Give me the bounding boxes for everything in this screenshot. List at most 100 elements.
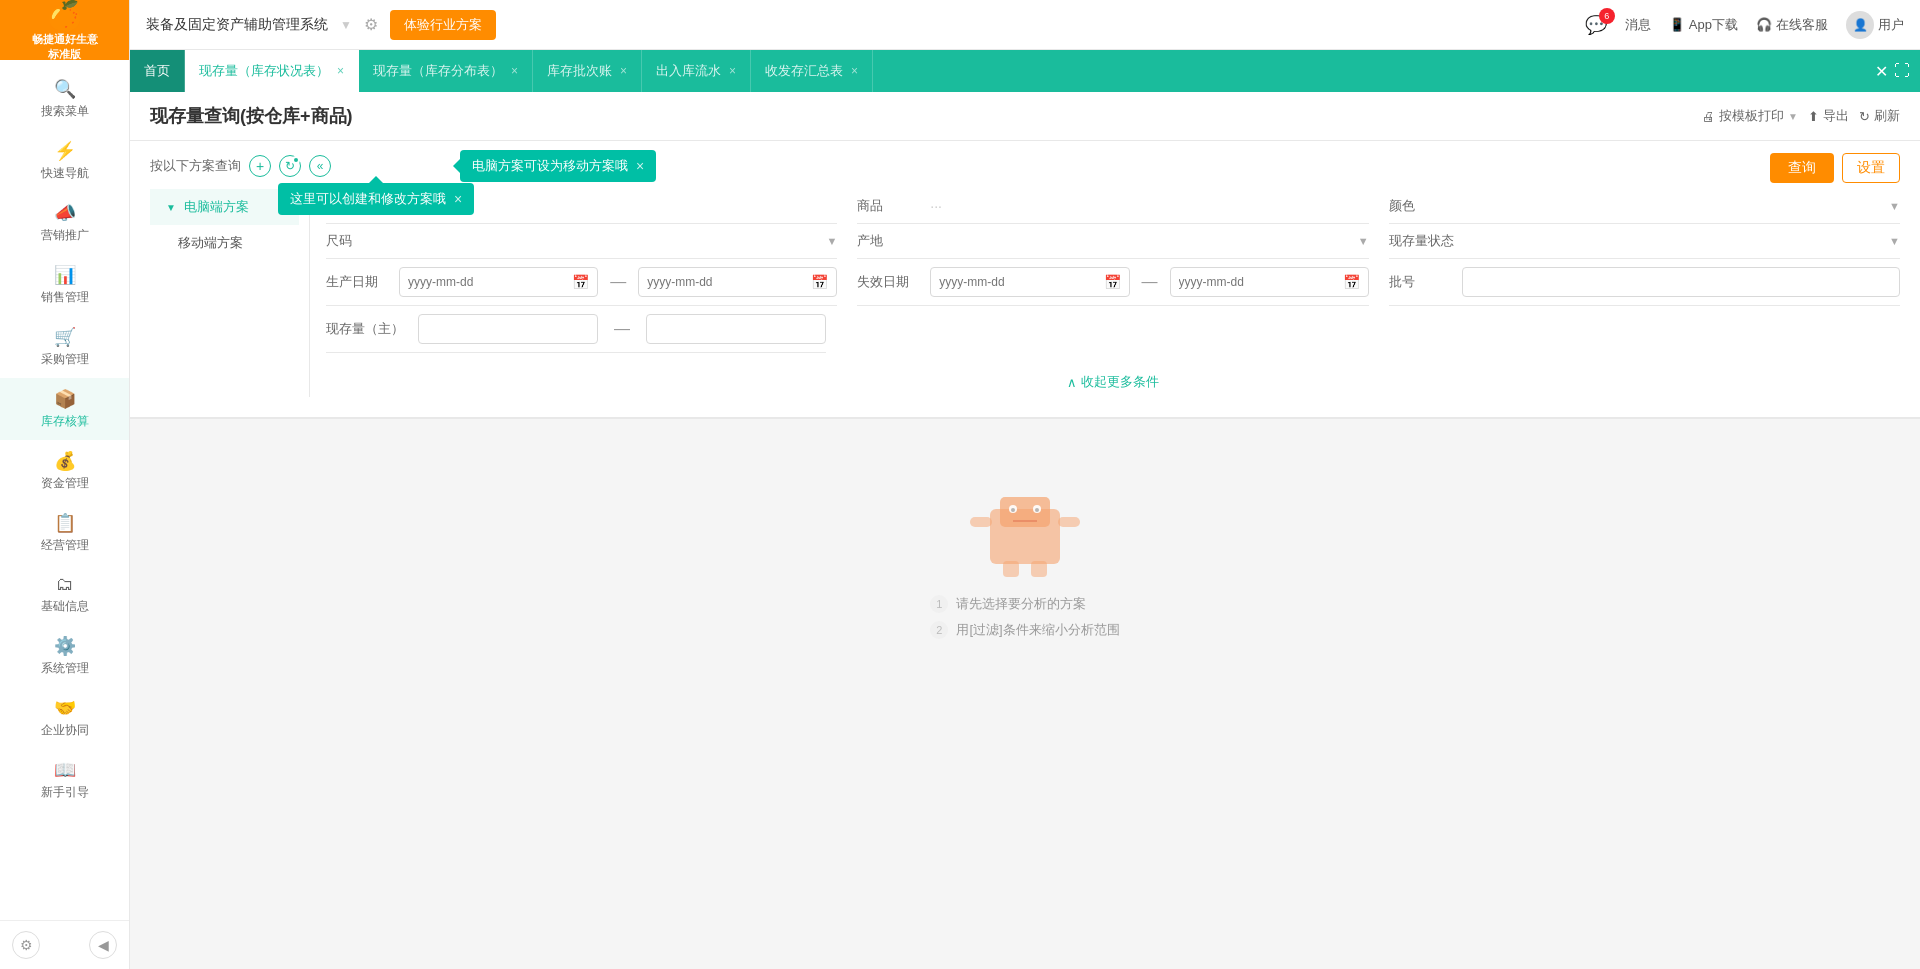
sidebar: 🍊 畅捷通好生意 标准版 🔍 搜索菜单 ⚡ 快速导航 📣 营销推广 📊 销售管理…	[0, 0, 130, 969]
color-dropdown-icon[interactable]: ▼	[1889, 200, 1900, 212]
tab-bar: 首页 现存量（库存状况表） × 现存量（库存分布表） × 库存批次账 × 出入库…	[130, 50, 1920, 92]
sidebar-item-guide[interactable]: 📖 新手引导	[0, 749, 129, 811]
back-scheme-button[interactable]: «	[309, 155, 331, 177]
origin-dropdown-icon[interactable]: ▼	[1358, 235, 1369, 247]
reset-button[interactable]: 设置	[1842, 153, 1900, 183]
sidebar-item-system[interactable]: ⚙️ 系统管理	[0, 625, 129, 687]
refresh-scheme-button[interactable]: ↻	[279, 155, 301, 177]
header-dropdown-icon[interactable]: ▼	[340, 18, 352, 32]
stock-main-to[interactable]	[646, 314, 826, 344]
empty-step-1: 1 请先选择要分析的方案	[930, 595, 1119, 613]
stock-status-dropdown-icon[interactable]: ▼	[1889, 235, 1900, 247]
tooltip2-close-button[interactable]: ×	[454, 191, 462, 207]
phone-icon: 📱	[1669, 17, 1685, 32]
produce-date-from-input[interactable]	[408, 275, 568, 289]
tab-inventory-dist-label: 现存量（库存分布表）	[373, 62, 503, 80]
sidebar-item-search[interactable]: 🔍 搜索菜单	[0, 68, 129, 130]
refresh-button[interactable]: ↻ 刷新	[1859, 107, 1900, 125]
message-area[interactable]: 💬 6	[1585, 14, 1607, 36]
collapse-label: 收起更多条件	[1081, 373, 1159, 391]
filter-cell-product: 商品 ···	[857, 189, 1368, 224]
product-menu-dots[interactable]: ···	[930, 198, 942, 214]
tab-collect[interactable]: 收发存汇总表 ×	[751, 50, 873, 92]
svg-point-4	[1011, 508, 1015, 512]
sidebar-item-finance[interactable]: 💰 资金管理	[0, 440, 129, 502]
tab-close-all-icon[interactable]: ✕	[1875, 62, 1888, 81]
sidebar-item-basic[interactable]: 🗂 基础信息	[0, 564, 129, 625]
operation-icon: 📋	[54, 512, 76, 534]
sidebar-item-enterprise[interactable]: 🤝 企业协同	[0, 687, 129, 749]
tab-fullscreen-icon[interactable]: ⛶	[1894, 62, 1910, 80]
tab-close-icon[interactable]: ×	[337, 64, 344, 78]
batch-input[interactable]	[1462, 267, 1900, 297]
tooltip-close-button[interactable]: ×	[636, 158, 644, 174]
refresh-label: 刷新	[1874, 107, 1900, 125]
scheme-list: ▼ 电脑端方案 移动端方案	[150, 189, 310, 397]
step-1-num: 1	[930, 595, 948, 613]
query-button[interactable]: 查询	[1770, 153, 1834, 183]
tab-close-icon[interactable]: ×	[729, 64, 736, 78]
produce-date-from[interactable]: 📅	[399, 267, 598, 297]
size-dropdown-icon[interactable]: ▼	[826, 235, 837, 247]
export-button[interactable]: ⬆ 导出	[1808, 107, 1849, 125]
sidebar-item-marketing[interactable]: 📣 营销推广	[0, 192, 129, 254]
template-print-button[interactable]: 🖨 按模板打印 ▼	[1702, 107, 1798, 125]
produce-date-to-input[interactable]	[647, 275, 807, 289]
stock-main-from[interactable]	[418, 314, 598, 344]
sidebar-item-label: 资金管理	[41, 475, 89, 492]
stock-status-label: 现存量状态	[1389, 232, 1454, 250]
refresh-icon: ↻	[1859, 109, 1870, 124]
collapse-filter-button[interactable]: ∧ 收起更多条件	[326, 367, 1900, 397]
tab-inout[interactable]: 出入库流水 ×	[642, 50, 751, 92]
sidebar-item-label: 搜索菜单	[41, 103, 89, 120]
origin-label: 产地	[857, 232, 922, 250]
expire-date-to[interactable]: 📅	[1170, 267, 1369, 297]
tab-batch[interactable]: 库存批次账 ×	[533, 50, 642, 92]
scheme-mobile-label: 移动端方案	[178, 234, 243, 252]
scheme-pc-item[interactable]: ▼ 电脑端方案	[150, 189, 299, 225]
expire-date-from-input[interactable]	[939, 275, 1099, 289]
app-download[interactable]: 📱 App下载	[1669, 16, 1738, 34]
tab-spacer	[873, 50, 1865, 92]
stock-main-from-input[interactable]	[427, 322, 589, 336]
calendar-icon-3: 📅	[1104, 274, 1121, 290]
stock-main-to-input[interactable]	[655, 322, 817, 336]
expire-date-to-input[interactable]	[1179, 275, 1339, 289]
sidebar-item-operation[interactable]: 📋 经营管理	[0, 502, 129, 564]
expire-date-from[interactable]: 📅	[930, 267, 1129, 297]
produce-date-to[interactable]: 📅	[638, 267, 837, 297]
sidebar-item-sales[interactable]: 📊 销售管理	[0, 254, 129, 316]
export-label: 导出	[1823, 107, 1849, 125]
header-settings-icon[interactable]: ⚙	[364, 15, 378, 34]
add-filter-button[interactable]: +	[249, 155, 271, 177]
settings-button[interactable]: ⚙	[12, 931, 40, 959]
sidebar-item-inventory[interactable]: 📦 库存核算	[0, 378, 129, 440]
filter-row-1: 仓库 ··· 商品 ···	[326, 189, 1900, 224]
tab-close-icon[interactable]: ×	[511, 64, 518, 78]
industry-button[interactable]: 体验行业方案	[390, 10, 496, 40]
filter-label: 按以下方案查询	[150, 157, 241, 175]
quick-icon: ⚡	[54, 140, 76, 162]
filter-row-2: 尺码 ▼ 产地 ▼ 现存量状态	[326, 224, 1900, 259]
sidebar-item-label: 企业协同	[41, 722, 89, 739]
sidebar-item-label: 系统管理	[41, 660, 89, 677]
online-support[interactable]: 🎧 在线客服	[1756, 16, 1828, 34]
tab-close-icon[interactable]: ×	[851, 64, 858, 78]
sidebar-item-label: 采购管理	[41, 351, 89, 368]
sidebar-item-quick[interactable]: ⚡ 快速导航	[0, 130, 129, 192]
system-name: 装备及固定资产辅助管理系统	[146, 16, 328, 34]
sidebar-item-purchase[interactable]: 🛒 采购管理	[0, 316, 129, 378]
logo: 🍊 畅捷通好生意 标准版	[0, 0, 129, 60]
tab-inventory-dist[interactable]: 现存量（库存分布表） ×	[359, 50, 533, 92]
filter-cell-size: 尺码 ▼	[326, 224, 837, 259]
finance-icon: 💰	[54, 450, 76, 472]
tab-inventory-status[interactable]: 现存量（库存状况表） ×	[185, 50, 359, 92]
user-area[interactable]: 👤 用户	[1846, 11, 1904, 39]
scheme-mobile-item[interactable]: 移动端方案	[150, 225, 299, 261]
expire-date-label: 失效日期	[857, 273, 922, 291]
tab-close-icon[interactable]: ×	[620, 64, 627, 78]
color-label: 颜色	[1389, 197, 1454, 215]
chevron-down-icon: ▼	[1788, 111, 1798, 122]
tab-home[interactable]: 首页	[130, 50, 185, 92]
collapse-sidebar-button[interactable]: ◀	[89, 931, 117, 959]
